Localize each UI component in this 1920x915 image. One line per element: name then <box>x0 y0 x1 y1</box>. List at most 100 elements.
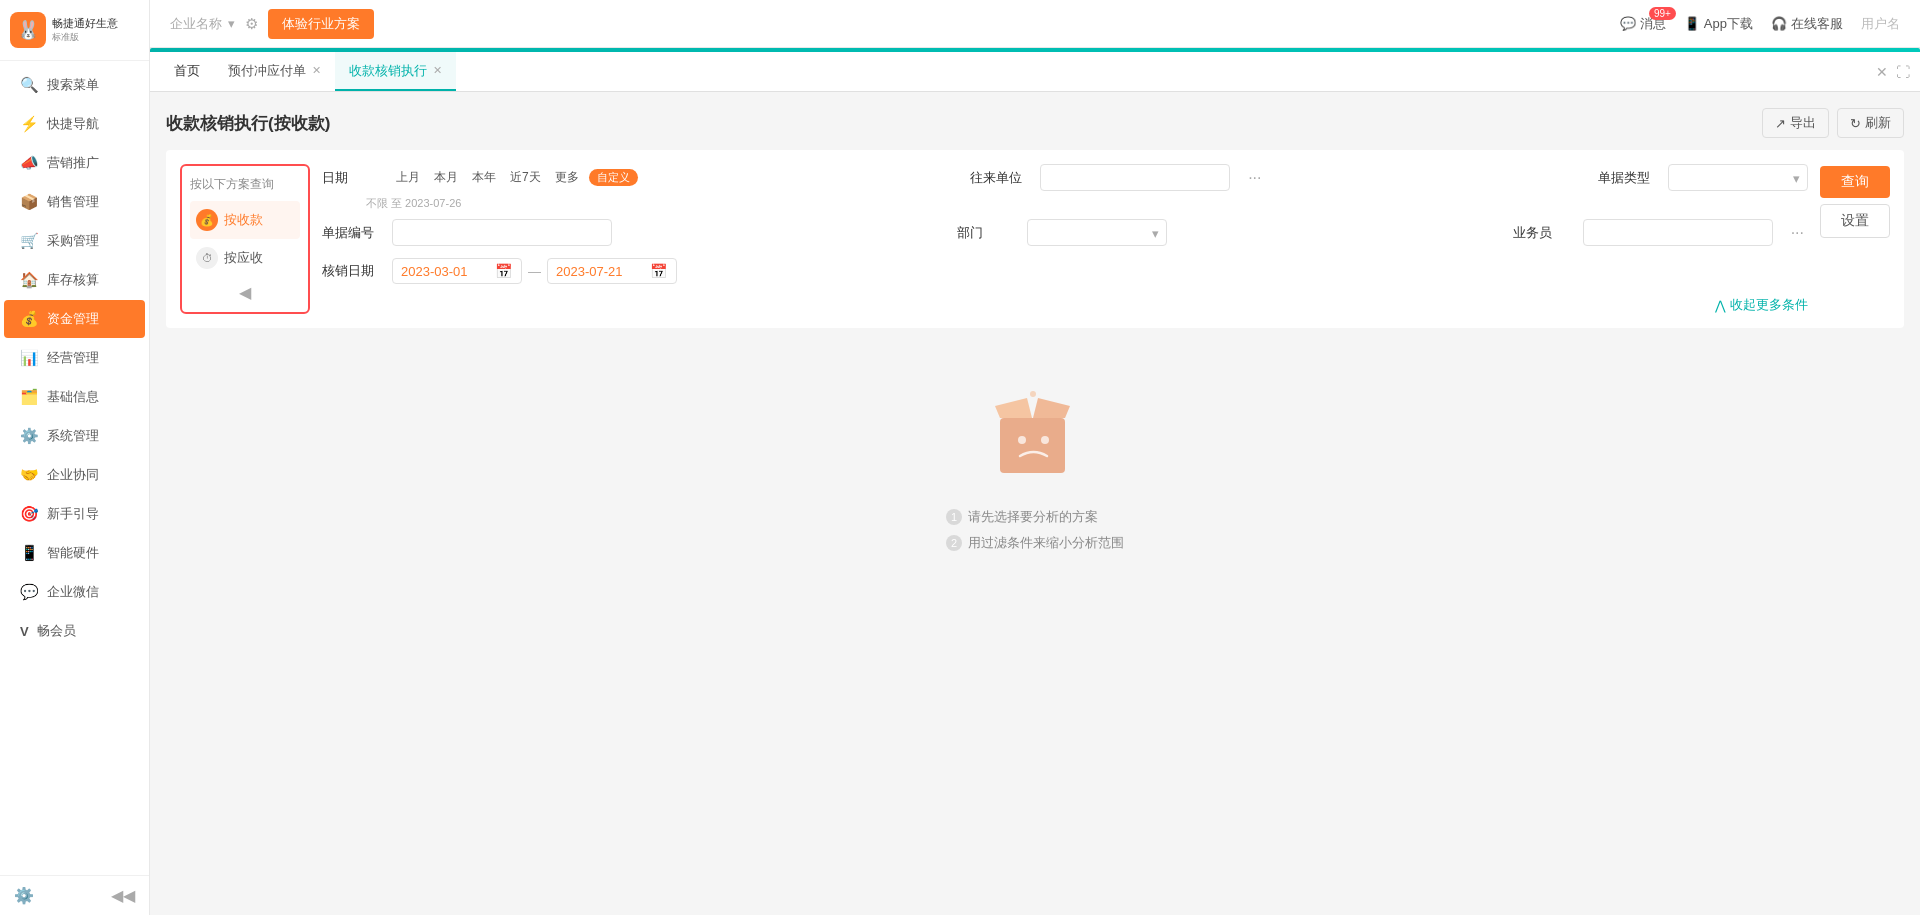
sidebar-item-vip[interactable]: V 畅会员 <box>4 612 145 650</box>
department-select[interactable] <box>1027 219 1167 246</box>
sidebar-item-finance[interactable]: 💰 资金管理 <box>4 300 145 338</box>
receipt-close-icon[interactable]: ✕ <box>433 64 442 77</box>
voucher-type-label: 单据类型 <box>1598 169 1654 187</box>
verify-date-start-box[interactable]: 📅 <box>392 258 522 284</box>
tab-bar: 首页 预付冲应付单 ✕ 收款核销执行 ✕ ✕ ⛶ <box>150 52 1920 92</box>
receipt-option-icon: 💰 <box>196 209 218 231</box>
empty-hint-2: 2 用过滤条件来缩小分析范围 <box>946 530 1124 556</box>
date-hint: 不限 至 2023-07-26 <box>366 197 461 209</box>
sidebar-bottom: ⚙️ ◀◀ <box>0 875 149 915</box>
sidebar-item-quick-nav[interactable]: ⚡ 快捷导航 <box>4 105 145 143</box>
counterparty-input[interactable] <box>1040 164 1230 191</box>
gear-icon[interactable]: ⚙ <box>245 15 258 33</box>
voucher-type-select[interactable] <box>1668 164 1808 191</box>
vip-icon: V <box>20 624 29 639</box>
verify-date-start-input[interactable] <box>401 264 491 279</box>
sidebar-item-guide[interactable]: 🎯 新手引导 <box>4 495 145 533</box>
date-more[interactable]: 更多 <box>551 167 583 188</box>
counterparty-more-btn[interactable]: ··· <box>1244 169 1265 187</box>
sidebar-item-wechat[interactable]: 💬 企业微信 <box>4 573 145 611</box>
sidebar-item-hardware[interactable]: 📱 智能硬件 <box>4 534 145 572</box>
quick-nav-icon: ⚡ <box>20 115 39 133</box>
top-header: 企业名称 ▾ ⚙ 体验行业方案 💬 消息 99+ 📱 App下载 🎧 在线客服 … <box>150 0 1920 48</box>
refresh-btn[interactable]: ↻ 刷新 <box>1837 108 1904 138</box>
sidebar-item-system[interactable]: ⚙️ 系统管理 <box>4 417 145 455</box>
receivable-option-icon: ⏱ <box>196 247 218 269</box>
sidebar-item-sales[interactable]: 📦 销售管理 <box>4 183 145 221</box>
query-btn[interactable]: 查询 <box>1820 166 1890 198</box>
filter-by-receivable[interactable]: ⏱ 按应收 <box>190 239 300 277</box>
finance-icon: 💰 <box>20 310 39 328</box>
online-service-btn[interactable]: 🎧 在线客服 <box>1771 15 1843 33</box>
logo-badge: 标准版 <box>52 31 118 44</box>
settings-icon[interactable]: ⚙️ <box>14 886 34 905</box>
empty-hint-1: 1 请先选择要分析的方案 <box>946 504 1124 530</box>
svg-rect-0 <box>1000 418 1065 473</box>
collapse-sidebar-icon[interactable]: ◀◀ <box>111 886 135 905</box>
verify-date-end-calendar-icon[interactable]: 📅 <box>650 263 667 279</box>
sidebar-item-marketing[interactable]: 📣 营销推广 <box>4 144 145 182</box>
salesperson-input[interactable] <box>1583 219 1773 246</box>
brand-dropdown-icon[interactable]: ▾ <box>228 16 235 31</box>
export-btn[interactable]: ↗ 导出 <box>1762 108 1829 138</box>
salesperson-label: 业务员 <box>1513 224 1569 242</box>
date-this-year[interactable]: 本年 <box>468 167 500 188</box>
sidebar-item-operation[interactable]: 📊 经营管理 <box>4 339 145 377</box>
search-icon: 🔍 <box>20 76 39 94</box>
sidebar-item-inventory[interactable]: 🏠 库存核算 <box>4 261 145 299</box>
filter-row-2: 单据编号 部门 ▾ 业务员 <box>322 219 1808 246</box>
empty-illustration <box>985 388 1085 488</box>
sidebar-item-cooperation[interactable]: 🤝 企业协同 <box>4 456 145 494</box>
collapse-chevron-icon: ⋀ <box>1715 298 1726 313</box>
setting-btn[interactable]: 设置 <box>1820 204 1890 238</box>
home-label: 首页 <box>174 62 200 80</box>
svg-marker-1 <box>995 398 1032 418</box>
logo-title: 畅捷通好生意 <box>52 16 118 31</box>
service-label: 在线客服 <box>1791 15 1843 33</box>
tab-prepay[interactable]: 预付冲应付单 ✕ <box>214 52 335 91</box>
voucher-no-input[interactable] <box>392 219 612 246</box>
sidebar-item-base-info[interactable]: 🗂️ 基础信息 <box>4 378 145 416</box>
header-left: 企业名称 ▾ ⚙ 体验行业方案 <box>170 9 374 39</box>
hint-1-num: 1 <box>946 509 962 525</box>
tab-close-btn[interactable]: ✕ <box>1876 64 1888 80</box>
filter-panel: 按以下方案查询 💰 按收款 ⏱ 按应收 ◀ 日 <box>166 150 1904 328</box>
logo-area: 🐰 畅捷通好生意 标准版 <box>0 0 149 61</box>
wechat-icon: 💬 <box>20 583 39 601</box>
marketing-icon: 📣 <box>20 154 39 172</box>
date-this-month[interactable]: 本月 <box>430 167 462 188</box>
sales-icon: 📦 <box>20 193 39 211</box>
prepay-close-icon[interactable]: ✕ <box>312 64 321 77</box>
date-7days[interactable]: 近7天 <box>506 167 545 188</box>
query-buttons: 查询 设置 <box>1820 164 1890 238</box>
cooperation-icon: 🤝 <box>20 466 39 484</box>
date-last-month[interactable]: 上月 <box>392 167 424 188</box>
filter-row-3: 核销日期 📅 — 📅 <box>322 258 1808 284</box>
page-title-bar: 收款核销执行(按收款) ↗ 导出 ↻ 刷新 <box>166 108 1904 138</box>
page-content: 收款核销执行(按收款) ↗ 导出 ↻ 刷新 按以下方案查询 💰 按收款 <box>150 92 1920 915</box>
verify-date-start-calendar-icon[interactable]: 📅 <box>495 263 512 279</box>
date-custom[interactable]: 自定义 <box>589 169 638 186</box>
message-icon: 💬 <box>1620 16 1636 31</box>
sidebar-item-purchase[interactable]: 🛒 采购管理 <box>4 222 145 260</box>
collapse-more-btn[interactable]: ⋀ 收起更多条件 <box>322 296 1808 314</box>
department-label: 部门 <box>957 224 1013 242</box>
message-btn[interactable]: 💬 消息 99+ <box>1620 15 1666 33</box>
app-download-btn[interactable]: 📱 App下载 <box>1684 15 1753 33</box>
filter-by-receipt[interactable]: 💰 按收款 <box>190 201 300 239</box>
verify-date-end-input[interactable] <box>556 264 646 279</box>
verify-date-end-box[interactable]: 📅 <box>547 258 677 284</box>
svg-point-3 <box>1018 436 1026 444</box>
hardware-icon: 📱 <box>20 544 39 562</box>
sidebar-item-search[interactable]: 🔍 搜索菜单 <box>4 66 145 104</box>
svg-marker-2 <box>1033 398 1070 418</box>
industry-btn[interactable]: 体验行业方案 <box>268 9 374 39</box>
filter-main: 日期 上月 本月 本年 近7天 更多 自定义 往来单位 <box>322 164 1890 314</box>
tab-expand-btn[interactable]: ⛶ <box>1896 64 1910 80</box>
salesperson-more-btn[interactable]: ··· <box>1787 224 1808 242</box>
header-right: 💬 消息 99+ 📱 App下载 🎧 在线客服 用户名 <box>1620 15 1900 33</box>
voucher-no-label: 单据编号 <box>322 224 378 242</box>
tab-receipt[interactable]: 收款核销执行 ✕ <box>335 52 456 91</box>
filter-collapse-btn[interactable]: ◀ <box>190 283 300 302</box>
tab-home[interactable]: 首页 <box>160 52 214 91</box>
